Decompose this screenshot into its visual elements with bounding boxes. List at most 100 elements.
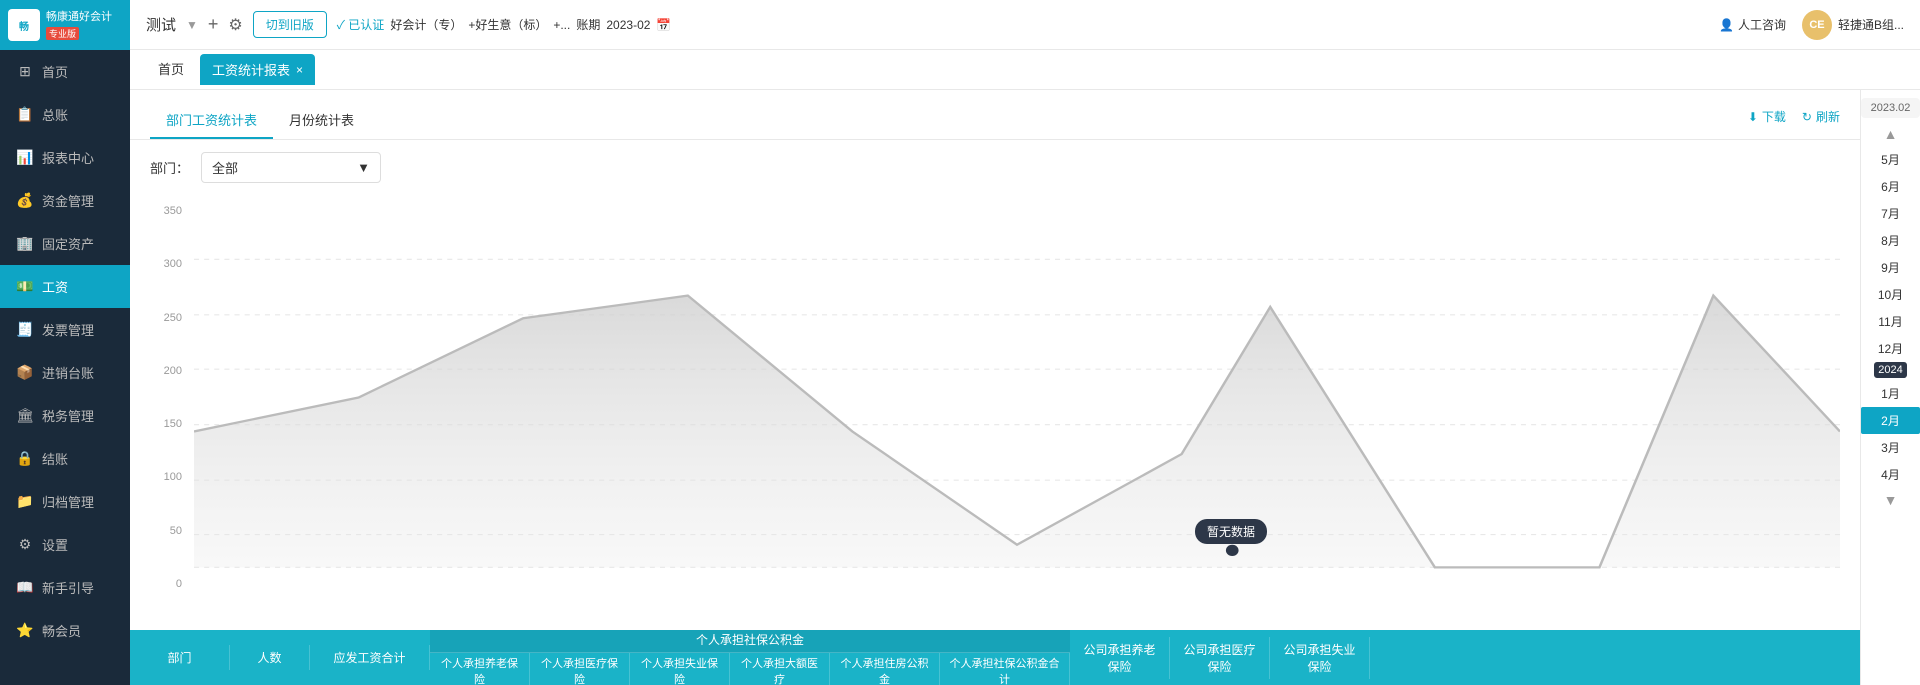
add-button[interactable]: + xyxy=(208,14,219,35)
table-col-header: 公司承担医疗保险 xyxy=(1170,637,1270,679)
dept-select[interactable]: 全部 ▼ xyxy=(201,152,381,183)
invoice-icon: 🧾 xyxy=(16,321,34,338)
sidebar-item-guide[interactable]: 📖 新手引导 xyxy=(0,566,130,609)
dropdown-icon: ▼ xyxy=(357,160,370,175)
calendar-icon[interactable]: 📅 xyxy=(656,18,671,32)
sidebar-item-member[interactable]: ⭐畅会员 xyxy=(0,609,130,652)
filter-label: 部门： xyxy=(150,158,189,177)
y-axis-label: 200 xyxy=(164,365,190,377)
date-month-item[interactable]: 7月 xyxy=(1861,200,1920,227)
guide-icon: 📖 xyxy=(16,579,34,596)
company-title: 测试 xyxy=(146,14,176,35)
sidebar-item-close[interactable]: 🔒 结账 xyxy=(0,437,130,480)
date-month-item[interactable]: 5月 xyxy=(1861,146,1920,173)
sidebar-label-salary: 工资 xyxy=(42,277,68,296)
year-badge: 2024 xyxy=(1874,362,1906,378)
archive-icon: 📁 xyxy=(16,493,34,510)
y-axis-label: 150 xyxy=(164,418,190,430)
period-value: 2023-02 xyxy=(606,18,650,32)
sidebar-label-report: 报表中心 xyxy=(42,148,94,167)
sub-tab-monthly[interactable]: 月份统计表 xyxy=(273,102,370,139)
sidebar-label-close: 结账 xyxy=(42,449,68,468)
table-header: 部门人数应发工资合计个人承担社保公积金个人承担养老保险个人承担医疗保险个人承担失… xyxy=(130,630,1860,685)
ledger-icon: 📋 xyxy=(16,106,34,123)
sidebar-item-archive[interactable]: 📁 归档管理 xyxy=(0,480,130,523)
logo-icon: 畅 xyxy=(8,9,40,41)
date-month-item[interactable]: 6月 xyxy=(1861,173,1920,200)
filter-bar: 部门： 全部 ▼ xyxy=(130,140,1860,195)
date-month-item[interactable]: 3月 xyxy=(1861,434,1920,461)
chart-container: 350300250200150100500 xyxy=(150,205,1840,620)
sidebar-item-settings[interactable]: ⚙设置 xyxy=(0,523,130,566)
report-icon: 📊 xyxy=(16,149,34,166)
y-axis-label: 100 xyxy=(164,471,190,483)
refresh-icon: ↻ xyxy=(1802,110,1812,124)
sidebar-label-archive: 归档管理 xyxy=(42,492,94,511)
sidebar-item-fund[interactable]: 💰资金管理 xyxy=(0,179,130,222)
sidebar-item-home[interactable]: ⊞首页 xyxy=(0,50,130,93)
table-col-header: 应发工资合计 xyxy=(310,645,430,670)
avatar: CE xyxy=(1802,10,1832,40)
date-month-item[interactable]: 9月 xyxy=(1861,254,1920,281)
table-group-col: 个人承担大额医疗 xyxy=(730,653,830,685)
header: 测试 ▼ + ⚙ 切到旧版 ✓ 已认证 好会计（专） +好生意（标） +... … xyxy=(130,0,1920,50)
sidebar-item-assets[interactable]: 🏢固定资产 xyxy=(0,222,130,265)
settings-icon[interactable]: ⚙ xyxy=(228,15,242,35)
date-month-item[interactable]: 8月 xyxy=(1861,227,1920,254)
table-group-col: 个人承担社保公积金合计 xyxy=(940,653,1070,685)
switch-old-btn[interactable]: 切到旧版 xyxy=(253,11,327,38)
y-axis-label: 0 xyxy=(176,578,190,590)
sidebar-label-home: 首页 xyxy=(42,62,68,81)
sidebar-item-ledger[interactable]: 📋总账 xyxy=(0,93,130,136)
service-btn[interactable]: 👤 人工咨询 xyxy=(1719,16,1786,33)
good-accounting: 好会计（专） xyxy=(390,16,462,33)
chart-body: 暂无数据 xyxy=(194,205,1840,590)
content-area: 部门工资统计表 月份统计表 ⬇ 下载 ↻ 刷新 部门： 全部 xyxy=(130,90,1920,685)
table-col-header: 公司承担养老保险 xyxy=(1070,637,1170,679)
title-dropdown-icon[interactable]: ▼ xyxy=(186,18,198,32)
sidebar-label-fund: 资金管理 xyxy=(42,191,94,210)
tab-home[interactable]: 首页 xyxy=(146,51,196,88)
sidebar-label-invoice: 发票管理 xyxy=(42,320,94,339)
table-group-col: 个人承担失业保险 xyxy=(630,653,730,685)
close-icon: 🔒 xyxy=(16,450,34,467)
header-right: 👤 人工咨询 CE 轻捷通B组... xyxy=(1719,10,1904,40)
date-month-item[interactable]: 2月 xyxy=(1861,407,1920,434)
year-label: 2023.02 xyxy=(1861,98,1920,118)
sales-icon: 📦 xyxy=(16,364,34,381)
sub-tab-dept[interactable]: 部门工资统计表 xyxy=(150,102,273,139)
sidebar-logo: 畅 畅康通好会计 专业版 xyxy=(0,0,130,50)
sidebar-label-member: 畅会员 xyxy=(42,621,81,640)
tab-salary-report[interactable]: 工资统计报表 × xyxy=(200,54,315,85)
sidebar-label-guide: 新手引导 xyxy=(42,578,94,597)
y-axis: 350300250200150100500 xyxy=(150,205,190,590)
page-tabs: 首页 工资统计报表 × xyxy=(130,50,1920,90)
settings-icon: ⚙ xyxy=(16,536,34,553)
date-up-btn[interactable]: ▲ xyxy=(1861,122,1920,146)
table-col-header: 公司承担失业保险 xyxy=(1270,637,1370,679)
date-month-item[interactable]: 12月 xyxy=(1861,335,1920,362)
chart-area: 350300250200150100500 xyxy=(130,195,1860,630)
sidebar-item-salary[interactable]: 💵工资 xyxy=(0,265,130,308)
refresh-btn[interactable]: ↻ 刷新 xyxy=(1802,108,1840,125)
toolbar: ⬇ 下载 ↻ 刷新 xyxy=(1748,108,1840,133)
service-icon: 👤 xyxy=(1719,18,1734,32)
tab-close-icon[interactable]: × xyxy=(296,63,303,77)
date-month-item[interactable]: 11月 xyxy=(1861,308,1920,335)
sub-tabs: 部门工资统计表 月份统计表 ⬇ 下载 ↻ 刷新 xyxy=(130,90,1860,140)
sidebar-item-tax[interactable]: 🏛税务管理 xyxy=(0,394,130,437)
sidebar-label-tax: 税务管理 xyxy=(42,406,94,425)
date-month-item[interactable]: 1月 xyxy=(1861,380,1920,407)
download-btn[interactable]: ⬇ 下载 xyxy=(1748,108,1786,125)
period-label: 账期 xyxy=(576,16,600,33)
logo-text: 畅康通好会计 专业版 xyxy=(46,10,112,39)
date-down-btn[interactable]: ▼ xyxy=(1861,488,1920,512)
sidebar-item-invoice[interactable]: 🧾 发票管理 xyxy=(0,308,130,351)
date-month-item[interactable]: 10月 xyxy=(1861,281,1920,308)
table-group-header: 个人承担社保公积金 xyxy=(430,627,1070,653)
date-month-item[interactable]: 4月 xyxy=(1861,461,1920,488)
y-axis-label: 300 xyxy=(164,258,190,270)
sidebar-item-sales[interactable]: 📦进销台账 xyxy=(0,351,130,394)
user-info[interactable]: CE 轻捷通B组... xyxy=(1802,10,1904,40)
sidebar-item-report[interactable]: 📊 报表中心 xyxy=(0,136,130,179)
